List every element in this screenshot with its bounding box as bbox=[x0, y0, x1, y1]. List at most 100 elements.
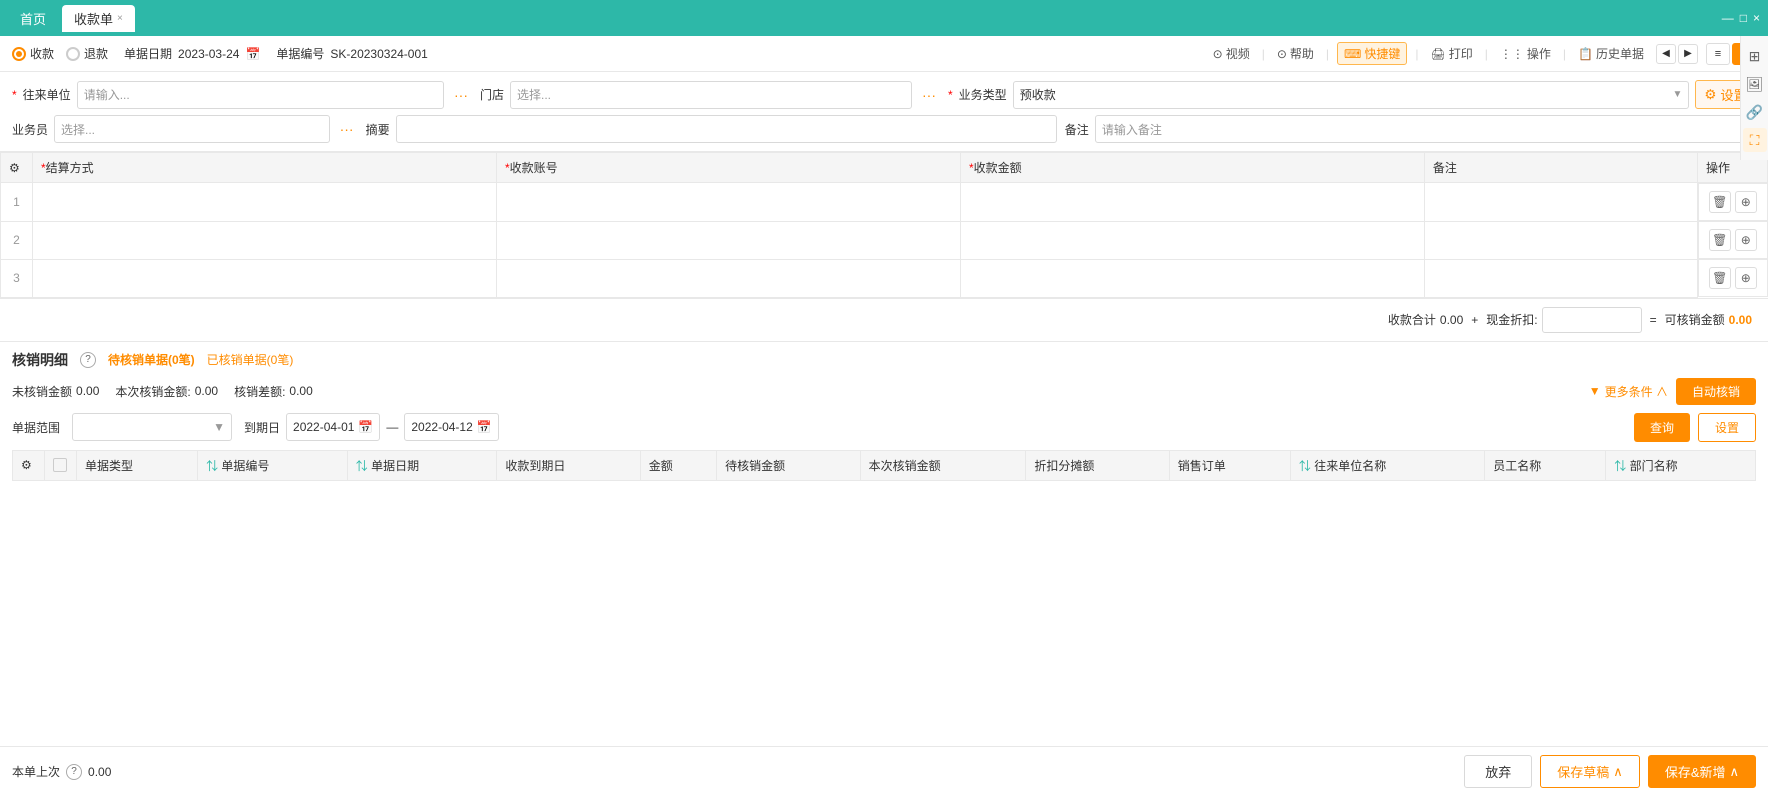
this-verify-amount: 本次核销金额: 0.00 bbox=[115, 383, 218, 400]
cell-note-1[interactable] bbox=[1424, 183, 1697, 222]
shortcut-btn[interactable]: ⌨ 快捷键 bbox=[1337, 42, 1407, 65]
cell-account-1[interactable] bbox=[496, 183, 960, 222]
cell-settle-3[interactable] bbox=[33, 259, 497, 297]
help-btn[interactable]: ⊙ 帮助 bbox=[1273, 43, 1318, 64]
staff-field: 业务员 选择... ··· bbox=[12, 115, 358, 143]
doc-range-select[interactable]: ▼ bbox=[72, 413, 232, 441]
query-btn[interactable]: 查询 bbox=[1634, 413, 1690, 442]
date-from-input[interactable]: 2022-04-01 📅 bbox=[286, 413, 380, 441]
cell-settle-1[interactable] bbox=[33, 183, 497, 222]
col-dept-name: ⇅ 部门名称 bbox=[1606, 450, 1756, 480]
col-doc-date: ⇅ 单据日期 bbox=[347, 450, 497, 480]
verify-info-icon[interactable]: ? bbox=[80, 352, 96, 368]
available-amount: 可核销金额 0.00 bbox=[1665, 311, 1752, 328]
cell-note-2[interactable] bbox=[1424, 221, 1697, 259]
sidebar-expand-icon[interactable]: ⛶ bbox=[1743, 128, 1767, 152]
sidebar-table-icon[interactable]: ⊞ bbox=[1743, 44, 1767, 68]
store-select[interactable]: 选择... bbox=[510, 81, 912, 109]
list-view-btn[interactable]: ≡ bbox=[1706, 43, 1730, 65]
copy-row-1-btn[interactable]: ⊕ bbox=[1735, 191, 1757, 213]
minimize-btn[interactable]: — bbox=[1722, 11, 1734, 25]
sidebar-image-icon[interactable]: 🖼 bbox=[1743, 72, 1767, 96]
store-more-btn[interactable]: ··· bbox=[918, 87, 940, 103]
receipt-radio[interactable]: 收款 bbox=[12, 45, 54, 62]
date-to-input[interactable]: 2022-04-12 📅 bbox=[404, 413, 498, 441]
row-num-2: 2 bbox=[1, 221, 33, 259]
more-conditions-btn[interactable]: ▼ 更多条件 ∧ bbox=[1589, 383, 1668, 400]
refund-radio-circle bbox=[66, 47, 80, 61]
home-tab[interactable]: 首页 bbox=[8, 5, 58, 32]
close-btn[interactable]: × bbox=[1753, 11, 1760, 25]
calendar-icon[interactable]: 📅 bbox=[245, 47, 260, 61]
video-btn[interactable]: ⊙ 视频 bbox=[1209, 43, 1254, 64]
verify-diff: 核销差额: 0.00 bbox=[234, 383, 313, 400]
auto-verify-btn[interactable]: 自动核销 bbox=[1676, 378, 1756, 405]
date-range: 到期日 2022-04-01 📅 — 2022-04-12 📅 bbox=[244, 413, 499, 441]
top-nav: 首页 收款单 × — □ × bbox=[0, 0, 1768, 36]
history-btn[interactable]: 📋 历史单据 bbox=[1574, 43, 1648, 64]
cell-amount-2[interactable] bbox=[960, 221, 1424, 259]
nav-arrows: ◀ ▶ bbox=[1656, 44, 1698, 64]
col-pending-verify: 待核销金额 bbox=[717, 450, 860, 480]
delete-row-3-btn[interactable]: 🗑 bbox=[1709, 267, 1731, 289]
gear-icon-settings: ⚙ bbox=[1704, 87, 1716, 103]
biz-type-select[interactable]: 预收款 ▼ bbox=[1013, 81, 1690, 109]
cash-discount-input[interactable] bbox=[1542, 307, 1642, 333]
right-sidebar: ⊞ 🖼 🔗 ⛶ bbox=[1740, 36, 1768, 160]
save-draft-btn[interactable]: 保存草稿 ∧ bbox=[1540, 755, 1640, 788]
delete-row-2-btn[interactable]: 🗑 bbox=[1709, 229, 1731, 251]
sidebar-link-icon[interactable]: 🔗 bbox=[1743, 100, 1767, 124]
cell-settle-2[interactable] bbox=[33, 221, 497, 259]
cell-note-3[interactable] bbox=[1424, 259, 1697, 297]
delete-row-1-btn[interactable]: 🗑 bbox=[1709, 191, 1731, 213]
next-arrow[interactable]: ▶ bbox=[1678, 44, 1698, 64]
col-note: 备注 bbox=[1424, 153, 1697, 183]
last-order-info-icon[interactable]: ? bbox=[66, 764, 82, 780]
col-staff-name: 员工名称 bbox=[1485, 450, 1606, 480]
completed-tab[interactable]: 已核销单据(0笔) bbox=[207, 351, 294, 368]
staff-select[interactable]: 选择... bbox=[54, 115, 330, 143]
prev-arrow[interactable]: ◀ bbox=[1656, 44, 1676, 64]
cell-amount-1[interactable] bbox=[960, 183, 1424, 222]
table-row: 1 🗑 ⊕ bbox=[1, 183, 1768, 222]
cell-actions-3: 🗑 ⊕ bbox=[1698, 259, 1768, 297]
receipt-tab[interactable]: 收款单 × bbox=[62, 5, 135, 32]
counterparty-more-btn[interactable]: ··· bbox=[450, 87, 472, 103]
filter-row: 单据范围 ▼ 到期日 2022-04-01 📅 — 2022-04-12 📅 bbox=[12, 413, 1756, 442]
abandon-btn[interactable]: 放弃 bbox=[1464, 755, 1532, 788]
note-input[interactable]: 请输入备注 bbox=[1095, 115, 1756, 143]
cell-account-2[interactable] bbox=[496, 221, 960, 259]
col-amount: *收款金额 bbox=[960, 153, 1424, 183]
save-new-btn[interactable]: 保存&新增 ∧ bbox=[1648, 755, 1756, 788]
toolbar-right: ⊙ 视频 | ⊙ 帮助 | ⌨ 快捷键 | 🖨 打印 | ⋮⋮ 操作 | 📋 历… bbox=[1209, 42, 1756, 65]
verify-table: ⚙ 单据类型 ⇅ 单据编号 ⇅ 单据日期 收款到期日 bbox=[12, 450, 1756, 481]
pending-tab[interactable]: 待核销单据(0笔) bbox=[108, 351, 195, 368]
select-all-checkbox[interactable] bbox=[53, 458, 67, 472]
staff-more-btn[interactable]: ··· bbox=[336, 121, 358, 137]
col-due-date: 收款到期日 bbox=[497, 450, 640, 480]
toolbar-row: 收款 退款 单据日期 2023-03-24 📅 单据编号 SK-20230324… bbox=[0, 36, 1768, 72]
summary-input[interactable] bbox=[396, 115, 1057, 143]
bottom-bar: 本单上次 ? 0.00 放弃 保存草稿 ∧ 保存&新增 ∧ bbox=[0, 746, 1768, 796]
copy-row-3-btn[interactable]: ⊕ bbox=[1735, 267, 1757, 289]
close-tab-icon[interactable]: × bbox=[117, 13, 123, 24]
cash-discount: 现金折扣: bbox=[1486, 307, 1641, 333]
counterparty-input[interactable]: 请输入... bbox=[77, 81, 444, 109]
doc-no-field: 单据编号 SK-20230324-001 bbox=[276, 45, 427, 62]
maximize-btn[interactable]: □ bbox=[1740, 11, 1747, 25]
print-btn[interactable]: 🖨 打印 bbox=[1427, 43, 1477, 64]
form-section: * 往来单位 请输入... ··· 门店 选择... ··· * 业 bbox=[0, 72, 1768, 152]
table-gear-th[interactable]: ⚙ bbox=[1, 153, 33, 183]
verify-settings-btn[interactable]: 设置 bbox=[1698, 413, 1756, 442]
cell-amount-3[interactable] bbox=[960, 259, 1424, 297]
unverified-amount: 未核销金额 0.00 bbox=[12, 383, 99, 400]
row-num-3: 3 bbox=[1, 259, 33, 297]
refund-radio[interactable]: 退款 bbox=[66, 45, 108, 62]
window-controls: — □ × bbox=[1722, 11, 1760, 25]
cell-account-3[interactable] bbox=[496, 259, 960, 297]
bottom-gear-th[interactable]: ⚙ bbox=[13, 450, 45, 480]
copy-row-2-btn[interactable]: ⊕ bbox=[1735, 229, 1757, 251]
operate-btn[interactable]: ⋮⋮ 操作 bbox=[1496, 43, 1555, 64]
calendar-to-icon: 📅 bbox=[477, 420, 492, 434]
bottom-check-th bbox=[45, 450, 77, 480]
